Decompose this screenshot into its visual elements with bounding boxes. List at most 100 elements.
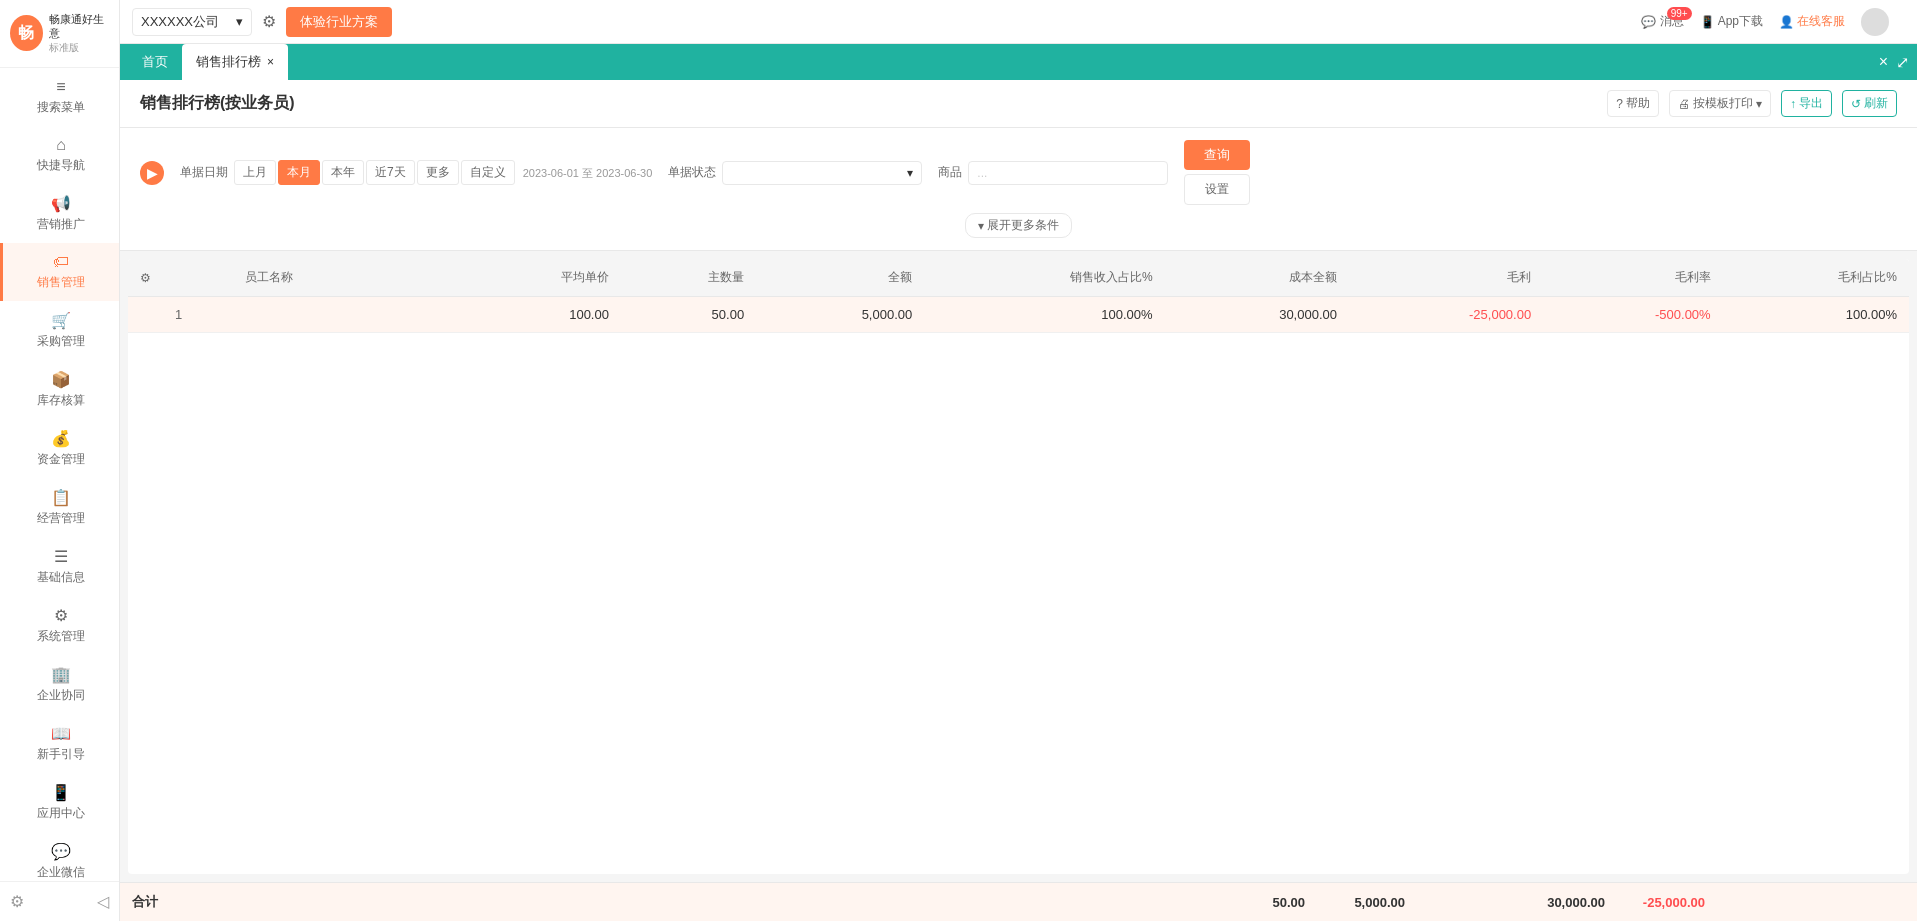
date-filter-label: 单据日期 <box>180 164 228 181</box>
sidebar-settings-button[interactable]: ⚙ <box>10 892 24 911</box>
sidebar-item-basics[interactable]: ☰ 基础信息 <box>0 537 119 596</box>
td-settings <box>128 297 163 333</box>
company-name: XXXXXX公司 <box>141 13 219 31</box>
print-button[interactable]: 🖨 按模板打印 ▾ <box>1669 90 1771 117</box>
footer-cost: 30,000.00 <box>1525 895 1605 910</box>
sidebar-item-marketing[interactable]: 📢 营销推广 <box>0 184 119 243</box>
message-icon: 💬 <box>1641 15 1656 29</box>
date-btn-more[interactable]: 更多 <box>417 160 459 185</box>
goods-input[interactable]: ... <box>968 161 1168 185</box>
enterprise-icon: 🏢 <box>51 665 71 684</box>
print-dropdown-icon: ▾ <box>1756 97 1762 111</box>
date-btn-current-month[interactable]: 本月 <box>278 160 320 185</box>
page-actions: ? 帮助 🖨 按模板打印 ▾ ↑ 导出 ↺ 刷新 <box>1607 90 1897 117</box>
print-icon: 🖨 <box>1678 97 1690 111</box>
export-button[interactable]: ↑ 导出 <box>1781 90 1832 117</box>
td-name <box>233 297 458 333</box>
th-amount: 全额 <box>756 259 924 297</box>
footer-amount: 5,000.00 <box>1325 895 1405 910</box>
date-range-buttons: 上月 本月 本年 近7天 更多 自定义 <box>234 160 515 185</box>
search-order-icon: ≡ <box>56 78 65 96</box>
th-rank <box>163 259 233 297</box>
company-settings-icon[interactable]: ⚙ <box>262 12 276 31</box>
goods-filter: 商品 ... <box>938 161 1168 185</box>
sidebar: 畅 畅康通好生意 标准版 ≡ 搜索菜单 ⌂ 快捷导航 📢 营销推广 🏷 销售管理… <box>0 0 120 921</box>
date-btn-current-year[interactable]: 本年 <box>322 160 364 185</box>
sidebar-item-wechat[interactable]: 💬 企业微信 <box>0 832 119 881</box>
sidebar-label-quick-nav: 快捷导航 <box>37 157 85 174</box>
sidebar-item-guide[interactable]: 📖 新手引导 <box>0 714 119 773</box>
date-filter: 单据日期 上月 本月 本年 近7天 更多 自定义 <box>180 160 515 185</box>
sidebar-item-enterprise[interactable]: 🏢 企业协同 <box>0 655 119 714</box>
expand-row: ▾ 展开更多条件 <box>140 213 1897 238</box>
logo-icon: 畅 <box>10 15 43 51</box>
table-header: ⚙ 员工名称 平均单价 主数量 全额 销售收入占比% 成本全额 毛利 毛利率 毛… <box>128 259 1909 297</box>
sidebar-item-inventory[interactable]: 📦 库存核算 <box>0 360 119 419</box>
guide-icon: 📖 <box>51 724 71 743</box>
marketing-icon: 📢 <box>51 194 71 213</box>
apps-icon: 📱 <box>51 783 71 802</box>
help-button[interactable]: ? 帮助 <box>1607 90 1659 117</box>
wechat-icon: 💬 <box>51 842 71 861</box>
footer-label: 合计 <box>132 893 252 911</box>
td-sales-pct: 100.00% <box>924 297 1164 333</box>
td-profit-rate: -500.00% <box>1543 297 1722 333</box>
tab-sales-ranking[interactable]: 销售排行榜 × <box>182 44 288 80</box>
basics-icon: ☰ <box>54 547 68 566</box>
sidebar-label-finance: 资金管理 <box>37 451 85 468</box>
trial-button[interactable]: 体验行业方案 <box>286 7 392 37</box>
th-cost: 成本全额 <box>1165 259 1349 297</box>
date-btn-7days[interactable]: 近7天 <box>366 160 415 185</box>
settings-button[interactable]: 设置 <box>1184 174 1250 205</box>
sidebar-collapse-button[interactable]: ◁ <box>97 892 109 911</box>
online-service-link[interactable]: 👤 在线客服 <box>1779 13 1845 30</box>
date-btn-custom[interactable]: 自定义 <box>461 160 515 185</box>
sidebar-item-search-order[interactable]: ≡ 搜索菜单 <box>0 68 119 126</box>
download-icon: 📱 <box>1700 15 1715 29</box>
sidebar-item-finance[interactable]: 💰 资金管理 <box>0 419 119 478</box>
user-avatar[interactable] <box>1861 8 1889 36</box>
message-area[interactable]: 💬 消息 99+ <box>1641 13 1684 30</box>
tab-home[interactable]: 首页 <box>128 44 182 80</box>
home-tab-label: 首页 <box>142 53 168 71</box>
window-close-icon[interactable]: × <box>1879 53 1888 71</box>
sidebar-label-sales: 销售管理 <box>37 274 85 291</box>
td-rank: 1 <box>163 297 233 333</box>
th-profit-pct: 毛利占比% <box>1723 259 1909 297</box>
sidebar-label-system: 系统管理 <box>37 628 85 645</box>
sidebar-label-guide: 新手引导 <box>37 746 85 763</box>
date-range-text: 2023-06-01 至 2023-06-30 <box>523 166 653 181</box>
query-button[interactable]: 查询 <box>1184 140 1250 170</box>
app-download-link[interactable]: 📱 App下载 <box>1700 13 1763 30</box>
filter-collapse-button[interactable]: ▶ <box>140 161 164 185</box>
message-badge: 99+ <box>1667 7 1692 20</box>
system-icon: ⚙ <box>54 606 68 625</box>
th-sales-pct: 销售收入占比% <box>924 259 1164 297</box>
window-expand-icon[interactable]: ⤢ <box>1896 53 1909 72</box>
sidebar-item-apps[interactable]: 📱 应用中心 <box>0 773 119 832</box>
th-settings[interactable]: ⚙ <box>128 259 163 297</box>
sidebar-item-operations[interactable]: 📋 经营管理 <box>0 478 119 537</box>
expand-label: 展开更多条件 <box>987 217 1059 234</box>
download-label: App下载 <box>1718 13 1763 30</box>
sidebar-item-system[interactable]: ⚙ 系统管理 <box>0 596 119 655</box>
tab-close-icon[interactable]: × <box>267 55 274 69</box>
date-btn-last-month[interactable]: 上月 <box>234 160 276 185</box>
sidebar-item-purchase[interactable]: 🛒 采购管理 <box>0 301 119 360</box>
sidebar-label-marketing: 营销推广 <box>37 216 85 233</box>
expand-more-button[interactable]: ▾ 展开更多条件 <box>965 213 1072 238</box>
td-cost: 30,000.00 <box>1165 297 1349 333</box>
status-filter-label: 单据状态 <box>668 164 716 181</box>
company-selector[interactable]: XXXXXX公司 ▾ <box>132 8 252 36</box>
service-icon: 👤 <box>1779 15 1794 29</box>
status-select[interactable]: ▾ <box>722 161 922 185</box>
sales-tab-label: 销售排行榜 <box>196 53 261 71</box>
refresh-button[interactable]: ↺ 刷新 <box>1842 90 1897 117</box>
td-profit-pct: 100.00% <box>1723 297 1909 333</box>
sidebar-item-sales[interactable]: 🏷 销售管理 <box>0 243 119 301</box>
footer-profit: -25,000.00 <box>1625 895 1705 910</box>
table-area: ⚙ 员工名称 平均单价 主数量 全额 销售收入占比% 成本全额 毛利 毛利率 毛… <box>128 259 1909 874</box>
service-label: 在线客服 <box>1797 13 1845 30</box>
status-dropdown-icon: ▾ <box>907 166 913 180</box>
sidebar-item-quick-nav[interactable]: ⌂ 快捷导航 <box>0 126 119 184</box>
